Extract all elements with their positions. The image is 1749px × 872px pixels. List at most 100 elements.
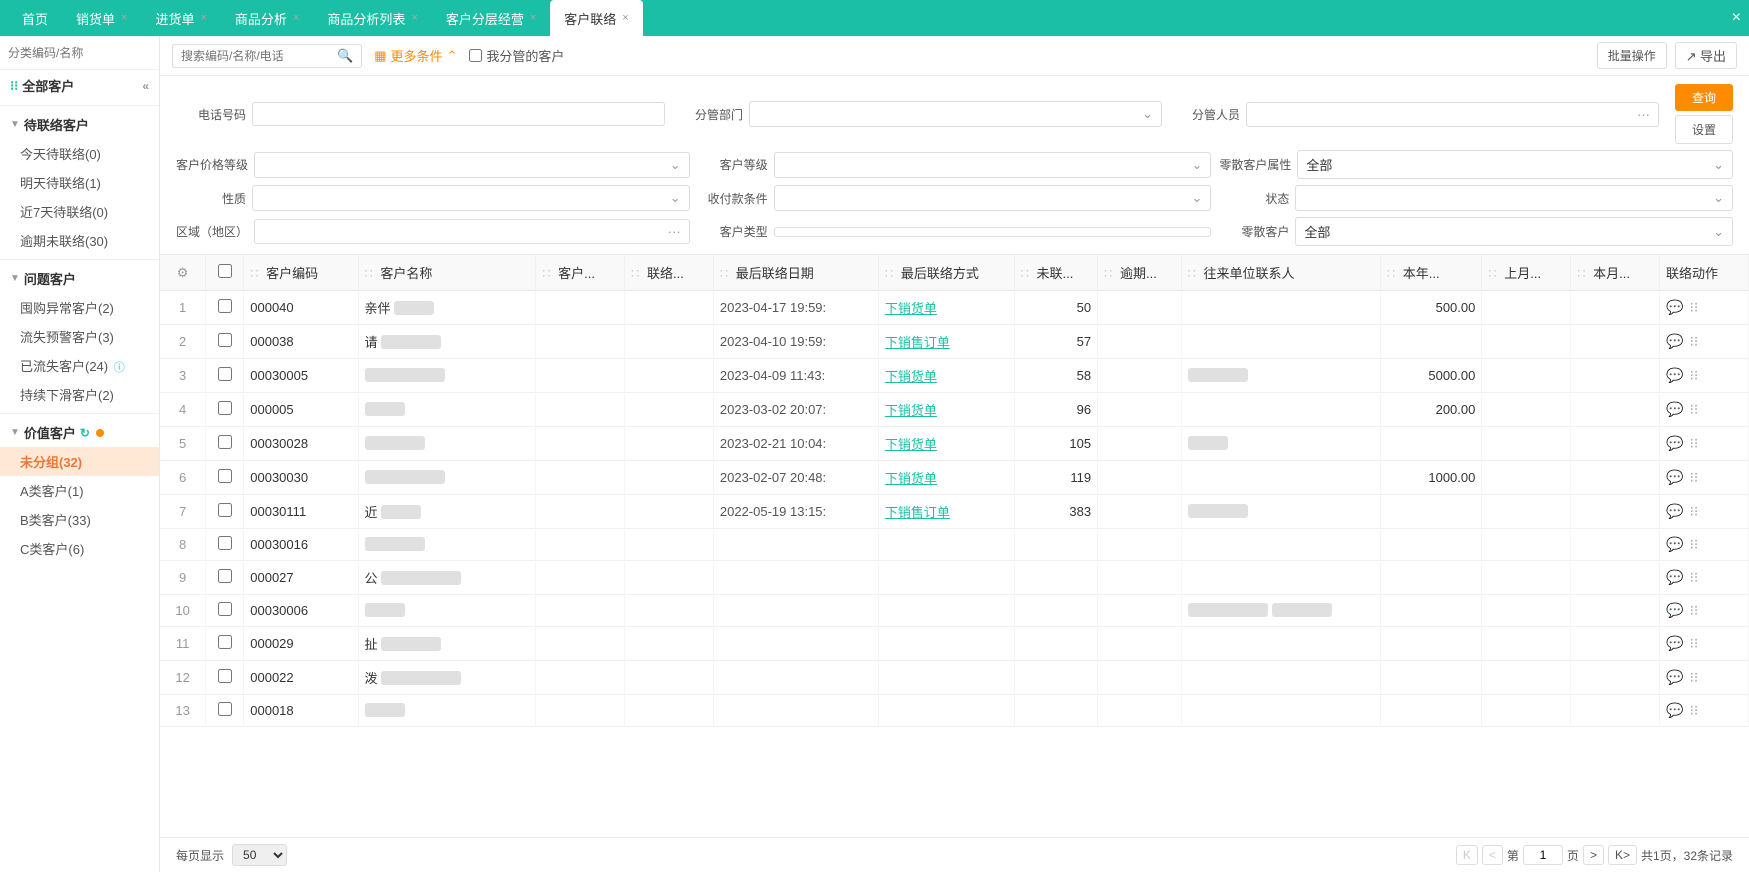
row-last-method-link[interactable]: 下销货单 xyxy=(885,301,937,316)
menu-icon[interactable]: ⁝⁝ xyxy=(1689,669,1698,686)
row-checkbox[interactable] xyxy=(218,333,232,347)
row-last-method-link[interactable]: 下销货单 xyxy=(885,437,937,452)
sidebar-item-declining[interactable]: 持续下滑客户(2) xyxy=(0,380,159,409)
chat-icon[interactable]: 💬 xyxy=(1666,669,1683,686)
row-checkbox[interactable] xyxy=(218,367,232,381)
tab-product-analysis-list-close[interactable]: × xyxy=(411,12,417,24)
col-settings[interactable]: ⚙ xyxy=(160,255,206,291)
menu-icon[interactable]: ⁝⁝ xyxy=(1689,401,1698,418)
chat-icon[interactable]: 💬 xyxy=(1666,401,1683,418)
tab-customer-contact-close[interactable]: × xyxy=(622,12,628,24)
sidebar-group-value[interactable]: ▼ 价值客户 ↻ xyxy=(0,418,159,447)
filter-select-customer-type[interactable] xyxy=(774,227,1212,237)
sidebar-item-7days-pending[interactable]: 近7天待联络(0) xyxy=(0,197,159,226)
menu-icon[interactable]: ⁝⁝ xyxy=(1689,569,1698,586)
tab-bar-close-all[interactable]: × xyxy=(1732,9,1741,27)
chat-icon[interactable]: 💬 xyxy=(1666,503,1683,520)
chat-icon[interactable]: 💬 xyxy=(1666,367,1683,384)
row-checkbox[interactable] xyxy=(218,435,232,449)
footer-first-page[interactable]: K xyxy=(1456,845,1478,865)
query-button[interactable]: 查询 xyxy=(1675,84,1733,111)
row-last-method-link[interactable]: 下销货单 xyxy=(885,369,937,384)
tab-purchase-order-close[interactable]: × xyxy=(200,12,206,24)
sidebar-item-today-pending[interactable]: 今天待联络(0) xyxy=(0,139,159,168)
footer-page-input[interactable] xyxy=(1523,845,1563,865)
menu-icon[interactable]: ⁝⁝ xyxy=(1689,435,1698,452)
tab-customer-contact[interactable]: 客户联络 × xyxy=(550,0,642,36)
filter-select-retail-attr[interactable]: 全部 ⌄ xyxy=(1297,150,1733,179)
filter-select-retail-customer[interactable]: 全部 ⌄ xyxy=(1295,217,1733,246)
tab-product-analysis[interactable]: 商品分析 × xyxy=(221,0,313,36)
row-checkbox[interactable] xyxy=(218,635,232,649)
menu-icon[interactable]: ⁝⁝ xyxy=(1689,367,1698,384)
chat-icon[interactable]: 💬 xyxy=(1666,299,1683,316)
filter-select-status[interactable]: ⌄ xyxy=(1295,185,1733,211)
sidebar-item-abnormal[interactable]: 囤购异常客户(2) xyxy=(0,293,159,322)
sidebar-item-class-b[interactable]: B类客户(33) xyxy=(0,505,159,534)
footer-prev-page[interactable]: < xyxy=(1482,845,1503,865)
row-checkbox[interactable] xyxy=(218,503,232,517)
filter-select-price-level[interactable]: ⌄ xyxy=(254,152,690,178)
row-checkbox[interactable] xyxy=(218,669,232,683)
menu-icon[interactable]: ⁝⁝ xyxy=(1689,602,1698,619)
tab-customer-tier-close[interactable]: × xyxy=(530,12,536,24)
sidebar-item-class-a[interactable]: A类客户(1) xyxy=(0,476,159,505)
sidebar-item-churned[interactable]: 已流失客户(24) ⓘ xyxy=(0,351,159,380)
chat-icon[interactable]: 💬 xyxy=(1666,702,1683,719)
filter-more-conditions[interactable]: ▦ 更多条件 ⌃ xyxy=(374,46,457,65)
chat-icon[interactable]: 💬 xyxy=(1666,435,1683,452)
filter-input-phone[interactable] xyxy=(252,102,665,126)
row-checkbox[interactable] xyxy=(218,299,232,313)
sidebar-search-input[interactable] xyxy=(8,46,160,60)
row-last-method-link[interactable]: 下销售订单 xyxy=(885,505,950,520)
my-customers-checkbox[interactable] xyxy=(469,49,482,62)
tab-purchase-order[interactable]: 进货单 × xyxy=(141,0,220,36)
sidebar-item-churn-warning[interactable]: 流失预警客户(3) xyxy=(0,322,159,351)
sidebar-collapse-icon[interactable]: « xyxy=(142,79,149,93)
chat-icon[interactable]: 💬 xyxy=(1666,333,1683,350)
menu-icon[interactable]: ⁝⁝ xyxy=(1689,333,1698,350)
select-all-checkbox[interactable] xyxy=(218,264,232,278)
refresh-icon[interactable]: ↻ xyxy=(80,426,90,440)
filter-select-dept[interactable]: ⌄ xyxy=(749,101,1162,127)
menu-icon[interactable]: ⁝⁝ xyxy=(1689,635,1698,652)
filter-select-payment[interactable]: ⌄ xyxy=(774,185,1212,211)
chat-icon[interactable]: 💬 xyxy=(1666,635,1683,652)
filter-search-icon[interactable]: 🔍 xyxy=(337,48,353,64)
row-checkbox[interactable] xyxy=(218,401,232,415)
menu-icon[interactable]: ⁝⁝ xyxy=(1689,503,1698,520)
menu-icon[interactable]: ⁝⁝ xyxy=(1689,469,1698,486)
tab-home[interactable]: 首页 xyxy=(8,0,62,36)
filter-select-manager[interactable]: ··· xyxy=(1246,102,1659,127)
filter-select-region[interactable]: ··· xyxy=(254,219,690,244)
row-last-method-link[interactable]: 下销货单 xyxy=(885,471,937,486)
footer-per-page-select[interactable]: 50 100 200 xyxy=(232,844,287,866)
row-checkbox[interactable] xyxy=(218,469,232,483)
tab-sales-order[interactable]: 销货单 × xyxy=(62,0,141,36)
batch-ops-button[interactable]: 批量操作 xyxy=(1597,42,1667,69)
chat-icon[interactable]: 💬 xyxy=(1666,602,1683,619)
filter-select-nature[interactable]: ⌄ xyxy=(252,185,690,211)
sidebar-item-overdue-pending[interactable]: 逾期未联络(30) xyxy=(0,226,159,255)
row-checkbox[interactable] xyxy=(218,536,232,550)
filter-select-customer-level[interactable]: ⌄ xyxy=(774,152,1212,178)
menu-icon[interactable]: ⁝⁝ xyxy=(1689,299,1698,316)
chat-icon[interactable]: 💬 xyxy=(1666,569,1683,586)
reset-button[interactable]: 设置 xyxy=(1675,115,1733,144)
sidebar-group-problem[interactable]: ▼ 问题客户 xyxy=(0,264,159,293)
tab-customer-tier[interactable]: 客户分层经营 × xyxy=(432,0,550,36)
export-button[interactable]: ↗ 导出 xyxy=(1675,42,1737,69)
sidebar-all-customers[interactable]: ⁝⁝ 全部客户 « xyxy=(0,70,159,101)
footer-last-page[interactable]: K> xyxy=(1608,845,1637,865)
row-checkbox[interactable] xyxy=(218,569,232,583)
footer-next-page[interactable]: > xyxy=(1583,845,1604,865)
sidebar-item-unclassified[interactable]: 未分组(32) xyxy=(0,447,159,476)
tab-sales-order-close[interactable]: × xyxy=(121,12,127,24)
tab-product-analysis-list[interactable]: 商品分析列表 × xyxy=(313,0,431,36)
row-last-method-link[interactable]: 下销货单 xyxy=(885,403,937,418)
menu-icon[interactable]: ⁝⁝ xyxy=(1689,702,1698,719)
settings-icon[interactable]: ⚙ xyxy=(177,265,189,280)
chat-icon[interactable]: 💬 xyxy=(1666,469,1683,486)
filter-search-input[interactable] xyxy=(181,49,331,63)
chat-icon[interactable]: 💬 xyxy=(1666,536,1683,553)
